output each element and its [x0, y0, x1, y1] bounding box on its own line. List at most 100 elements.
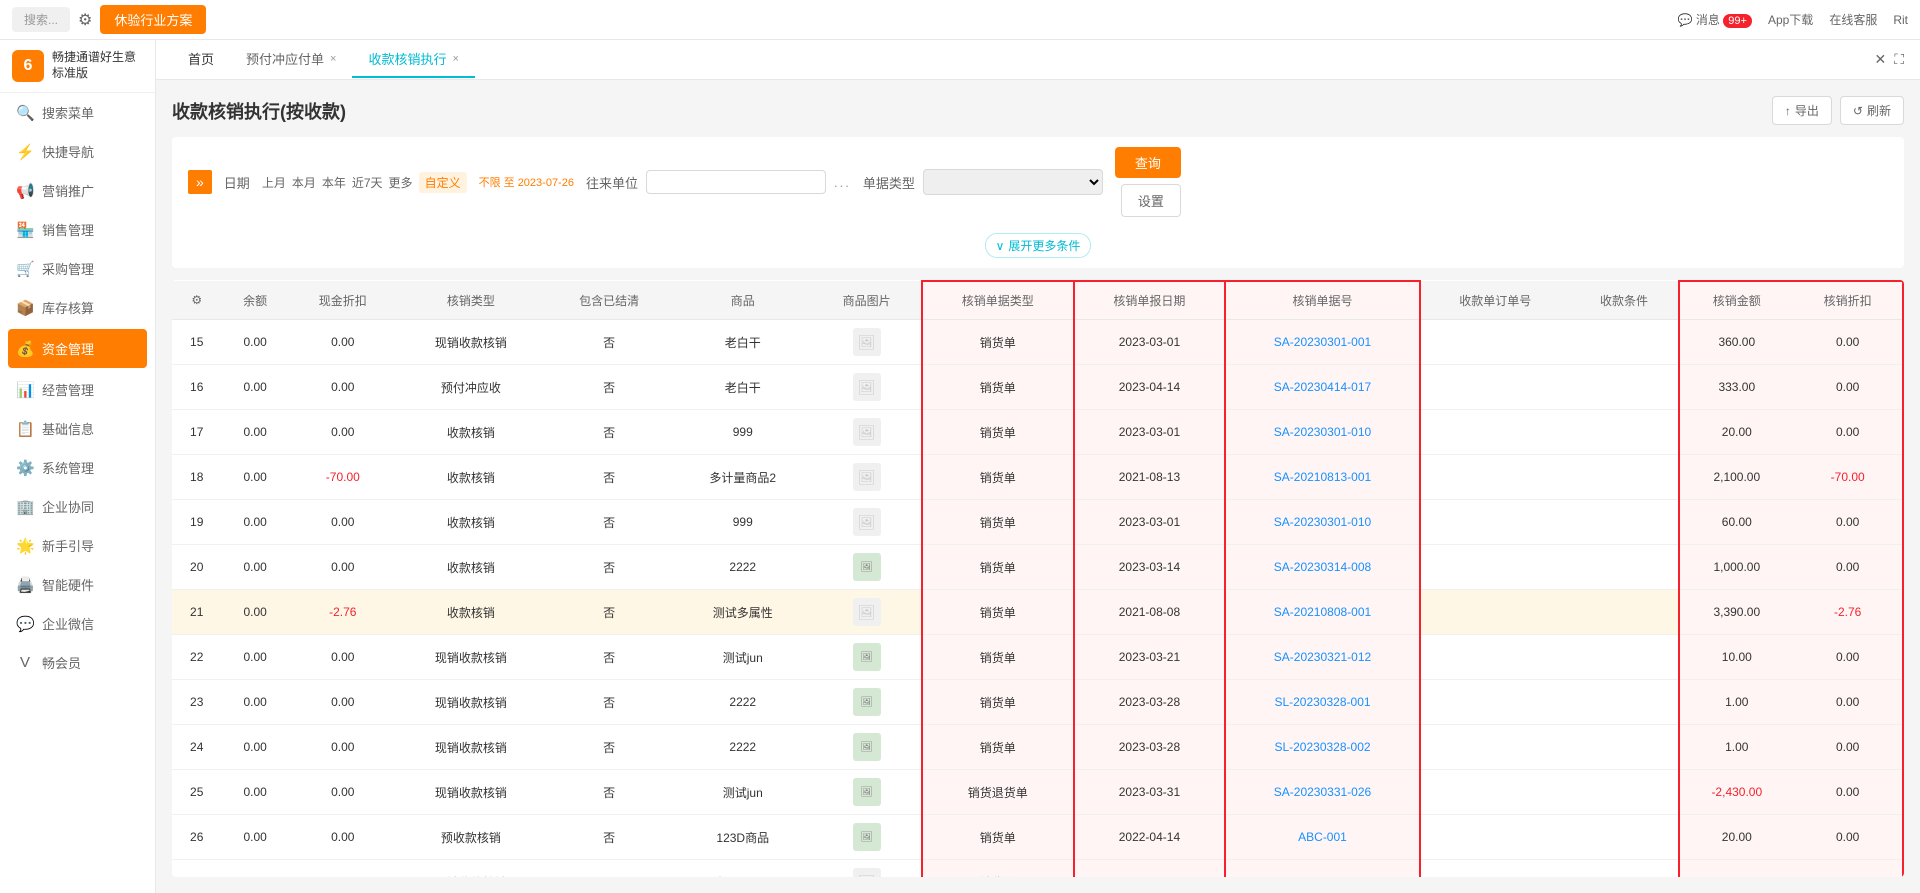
- wechat-icon: 💬: [16, 615, 34, 633]
- online-service[interactable]: 在线客服: [1829, 11, 1877, 28]
- counterparty-dots[interactable]: ...: [834, 175, 851, 190]
- row-product: 衣服00001: [673, 860, 812, 878]
- date-btn-more[interactable]: 更多: [389, 174, 413, 191]
- row-voucher-no[interactable]: SA-20230331-026: [1225, 770, 1419, 815]
- query-button[interactable]: 查询: [1115, 147, 1181, 178]
- row-pay-condition: [1570, 320, 1680, 365]
- system-icon: ⚙️: [16, 459, 34, 477]
- sidebar-item-enterprise[interactable]: 🏢 企业协同: [0, 487, 155, 526]
- table-row: 27 0.00 0.00 现销收款核销 否 衣服00001 🖼 销货单 2023…: [172, 860, 1903, 878]
- sales-icon: 🏪: [16, 221, 34, 239]
- sidebar-item-basic-info[interactable]: 📋 基础信息: [0, 409, 155, 448]
- row-include-settled: 否: [545, 815, 673, 860]
- row-amount: 360.00: [1679, 320, 1793, 365]
- row-voucher-no[interactable]: SA-20230301-001: [1225, 320, 1419, 365]
- sidebar-item-wechat[interactable]: 💬 企业微信: [0, 604, 155, 643]
- sidebar-item-member[interactable]: V 畅会员: [0, 643, 155, 682]
- solution-btn[interactable]: 休验行业方案: [100, 5, 206, 34]
- sidebar-item-finance[interactable]: 💰 资金管理: [8, 329, 147, 368]
- sidebar-item-inventory[interactable]: 📦 库存核算: [0, 288, 155, 327]
- row-balance: 0.00: [221, 500, 288, 545]
- refresh-button[interactable]: ↺ 刷新: [1840, 96, 1904, 125]
- row-product-img: 🖼: [812, 365, 922, 410]
- row-amount: 3,390.00: [1679, 590, 1793, 635]
- date-btn-this-month[interactable]: 本月: [292, 174, 316, 191]
- row-num: 20: [172, 545, 221, 590]
- export-button[interactable]: ↑ 导出: [1772, 96, 1832, 125]
- row-voucher-no[interactable]: ABC-001: [1225, 815, 1419, 860]
- voucher-type-select[interactable]: [923, 169, 1103, 195]
- row-cash-discount: 0.00: [289, 320, 397, 365]
- date-btn-last-month[interactable]: 上月: [262, 174, 286, 191]
- user-avatar[interactable]: Rit: [1893, 13, 1908, 27]
- row-voucher-no[interactable]: SA-20210813-001: [1225, 455, 1419, 500]
- sidebar-item-guide[interactable]: 🌟 新手引导: [0, 526, 155, 565]
- sidebar-item-search[interactable]: 🔍 搜索菜单: [0, 93, 155, 132]
- tab-home[interactable]: 首页: [172, 41, 230, 78]
- counterparty-input[interactable]: [646, 170, 826, 194]
- row-voucher-no[interactable]: SA-20230314-008: [1225, 545, 1419, 590]
- row-product-img: 🖼: [812, 545, 922, 590]
- quick-nav-icon: ⚡: [16, 143, 34, 161]
- row-voucher-no[interactable]: SL-20230328-002: [1225, 725, 1419, 770]
- search-placeholder[interactable]: 搜索...: [12, 7, 70, 32]
- row-voucher-no[interactable]: SL-20230408-001: [1225, 860, 1419, 878]
- gear-icon[interactable]: ⚙: [78, 10, 92, 30]
- product-image: 🖼: [853, 733, 881, 761]
- row-pay-condition: [1570, 635, 1680, 680]
- sidebar-item-label: 搜索菜单: [42, 103, 94, 122]
- row-writeoff-type: 收款核销: [397, 500, 545, 545]
- tab-collection-label: 收款核销执行: [368, 49, 446, 68]
- sidebar-item-label: 新手引导: [42, 536, 94, 555]
- row-voucher-type: 销货单: [922, 410, 1074, 455]
- sidebar-item-sales[interactable]: 🏪 销售管理: [0, 210, 155, 249]
- tab-prepayment[interactable]: 预付冲应付单 ×: [230, 41, 352, 78]
- row-voucher-no[interactable]: SA-20230321-012: [1225, 635, 1419, 680]
- row-voucher-no[interactable]: SA-20230301-010: [1225, 500, 1419, 545]
- message-badge: 99+: [1723, 14, 1752, 28]
- sidebar-item-operations[interactable]: 📊 经营管理: [0, 370, 155, 409]
- row-voucher-type: 销货退货单: [922, 770, 1074, 815]
- date-btn-this-year[interactable]: 本年: [322, 174, 346, 191]
- filter-expand-btn[interactable]: »: [188, 170, 212, 194]
- table-row: 19 0.00 0.00 收款核销 否 999 🖼 销货单 2023-03-01…: [172, 500, 1903, 545]
- row-pay-condition: [1570, 365, 1680, 410]
- row-order-no: [1420, 770, 1570, 815]
- row-discount: 0.00: [1793, 500, 1903, 545]
- filter-bar: » 日期 上月 本月 本年 近7天 更多 自定义 不限 至 2023-07-26…: [172, 137, 1904, 268]
- row-amount: -2,430.00: [1679, 770, 1793, 815]
- tab-expand-icon[interactable]: ⛶: [1894, 51, 1904, 68]
- row-voucher-no[interactable]: SL-20230328-001: [1225, 680, 1419, 725]
- col-gear[interactable]: ⚙: [172, 281, 221, 320]
- row-voucher-no[interactable]: SA-20230414-017: [1225, 365, 1419, 410]
- tab-collection[interactable]: 收款核销执行 ×: [352, 41, 474, 78]
- date-options: 上月 本月 本年 近7天 更多 自定义: [262, 172, 467, 193]
- row-num: 23: [172, 680, 221, 725]
- expand-more-btn[interactable]: ∨ 展开更多条件: [985, 233, 1092, 258]
- date-btn-7days[interactable]: 近7天: [352, 174, 383, 191]
- settings-button[interactable]: 设置: [1121, 184, 1181, 217]
- tab-prepayment-close[interactable]: ×: [330, 53, 336, 65]
- row-order-no: [1420, 590, 1570, 635]
- row-voucher-type: 销货单: [922, 815, 1074, 860]
- tab-close-window-icon[interactable]: ✕: [1874, 51, 1886, 68]
- row-writeoff-type: 收款核销: [397, 410, 545, 455]
- date-btn-custom[interactable]: 自定义: [419, 172, 467, 193]
- sidebar-item-marketing[interactable]: 📢 营销推广: [0, 171, 155, 210]
- message-area[interactable]: 💬 消息 99+: [1678, 11, 1752, 28]
- row-balance: 0.00: [221, 545, 288, 590]
- row-num: 18: [172, 455, 221, 500]
- tab-collection-close[interactable]: ×: [452, 53, 458, 65]
- sidebar-item-system[interactable]: ⚙️ 系统管理: [0, 448, 155, 487]
- sidebar-item-quick-nav[interactable]: ⚡ 快捷导航: [0, 132, 155, 171]
- row-voucher-no[interactable]: SA-20230301-010: [1225, 410, 1419, 455]
- row-writeoff-type: 现销收款核销: [397, 770, 545, 815]
- table-row: 18 0.00 -70.00 收款核销 否 多计量商品2 🖼 销货单 2021-…: [172, 455, 1903, 500]
- app-download[interactable]: App下载: [1768, 11, 1813, 28]
- logo-text: 畅捷通谱好生意 标准版: [52, 50, 136, 81]
- sidebar-item-smart-hw[interactable]: 🖨️ 智能硬件: [0, 565, 155, 604]
- sidebar-item-purchase[interactable]: 🛒 采购管理: [0, 249, 155, 288]
- row-cash-discount: 0.00: [289, 860, 397, 878]
- row-writeoff-type: 现销收款核销: [397, 320, 545, 365]
- row-voucher-no[interactable]: SA-20210808-001: [1225, 590, 1419, 635]
